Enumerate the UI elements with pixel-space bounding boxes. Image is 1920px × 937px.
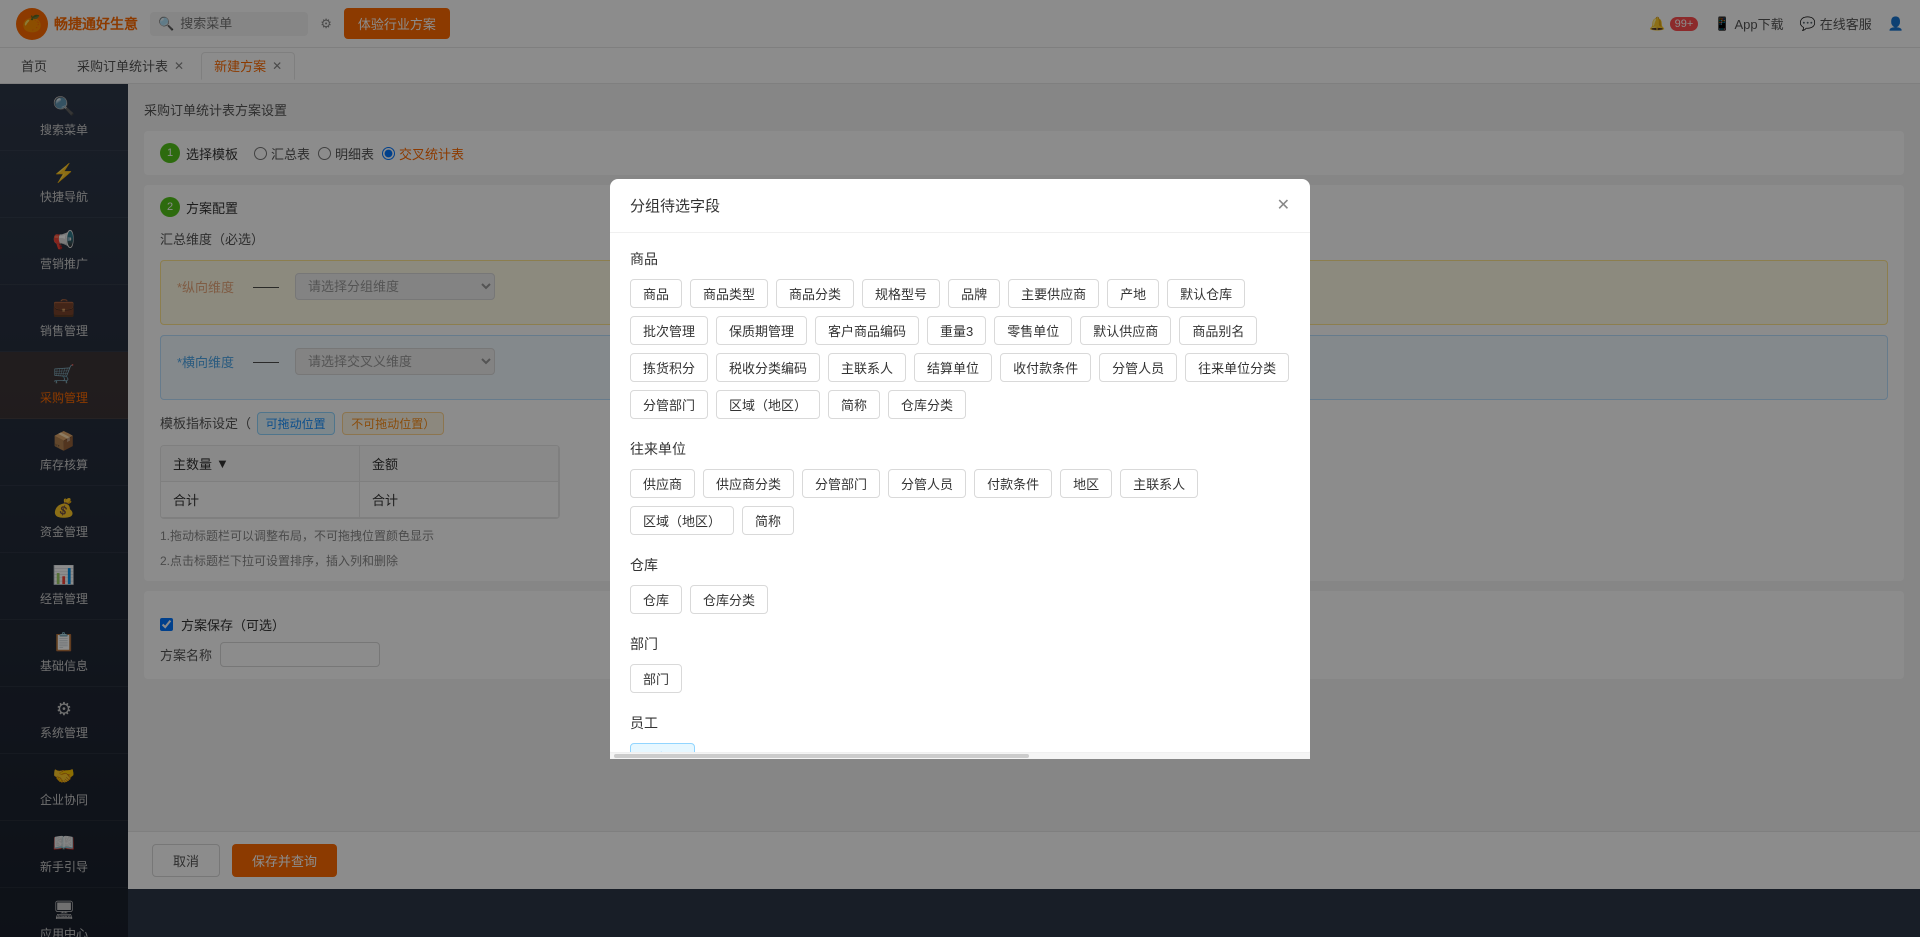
field-goods-expiry[interactable]: 保质期管理	[716, 316, 807, 345]
field-cp-dept[interactable]: 分管部门	[802, 469, 880, 498]
section-employee: 员工 业务员	[630, 713, 1290, 753]
section-warehouse: 仓库 仓库 仓库分类	[630, 555, 1290, 614]
modal-overlay: 分组待选字段 ✕ 商品 商品 商品类型 商品分类 规格型号 品牌 主要供应商 产…	[0, 0, 1920, 937]
modal-close-button[interactable]: ✕	[1277, 195, 1290, 215]
hscroll-bar	[614, 754, 1029, 758]
field-goods-pick-score[interactable]: 拣货积分	[630, 353, 708, 382]
modal-header: 分组待选字段 ✕	[610, 179, 1310, 233]
field-goods-category[interactable]: 商品分类	[776, 279, 854, 308]
field-goods-payment-terms[interactable]: 收付款条件	[1000, 353, 1091, 382]
field-goods-main-contact[interactable]: 主联系人	[828, 353, 906, 382]
field-goods-customer-code[interactable]: 客户商品编码	[815, 316, 919, 345]
field-goods-type[interactable]: 商品类型	[690, 279, 768, 308]
field-goods-brand[interactable]: 品牌	[948, 279, 1000, 308]
field-cp-supplier-cat[interactable]: 供应商分类	[703, 469, 794, 498]
field-goods-supplier[interactable]: 主要供应商	[1008, 279, 1099, 308]
modal-title: 分组待选字段	[630, 195, 720, 216]
section-counterparty: 往来单位 供应商 供应商分类 分管部门 分管人员 付款条件 地区 主联系人 区域…	[630, 439, 1290, 535]
section-dept: 部门 部门	[630, 634, 1290, 693]
field-goods-settlement-unit[interactable]: 结算单位	[914, 353, 992, 382]
field-goods-abbr[interactable]: 简称	[828, 390, 880, 419]
field-dept-dept[interactable]: 部门	[630, 664, 682, 693]
field-goods-counterparty-cat[interactable]: 往来单位分类	[1185, 353, 1289, 382]
field-goods-batch[interactable]: 批次管理	[630, 316, 708, 345]
field-goods-tax-code[interactable]: 税收分类编码	[716, 353, 820, 382]
section-employee-title: 员工	[630, 713, 1290, 733]
field-goods-weight[interactable]: 重量3	[927, 316, 986, 345]
field-goods-spec[interactable]: 规格型号	[862, 279, 940, 308]
field-cp-supplier[interactable]: 供应商	[630, 469, 695, 498]
field-wh-warehouse[interactable]: 仓库	[630, 585, 682, 614]
field-goods-warehouse[interactable]: 默认仓库	[1167, 279, 1245, 308]
field-cp-area[interactable]: 区域（地区）	[630, 506, 734, 535]
field-goods-region[interactable]: 区域（地区）	[716, 390, 820, 419]
section-goods-title: 商品	[630, 249, 1290, 269]
field-goods-manager[interactable]: 分管人员	[1099, 353, 1177, 382]
section-dept-grid: 部门	[630, 664, 1290, 693]
section-warehouse-title: 仓库	[630, 555, 1290, 575]
field-goods-default-supplier[interactable]: 默认供应商	[1080, 316, 1171, 345]
section-goods: 商品 商品 商品类型 商品分类 规格型号 品牌 主要供应商 产地 默认仓库 批次…	[630, 249, 1290, 419]
field-goods-origin[interactable]: 产地	[1107, 279, 1159, 308]
field-goods-alias[interactable]: 商品别名	[1179, 316, 1257, 345]
field-goods-warehouse-cat[interactable]: 仓库分类	[888, 390, 966, 419]
section-counterparty-grid: 供应商 供应商分类 分管部门 分管人员 付款条件 地区 主联系人 区域（地区） …	[630, 469, 1290, 535]
field-goods-dept[interactable]: 分管部门	[630, 390, 708, 419]
field-cp-manager[interactable]: 分管人员	[888, 469, 966, 498]
field-goods-item[interactable]: 商品	[630, 279, 682, 308]
field-cp-contact[interactable]: 主联系人	[1120, 469, 1198, 498]
field-emp-salesperson[interactable]: 业务员	[630, 743, 695, 753]
field-goods-retail-unit[interactable]: 零售单位	[994, 316, 1072, 345]
section-employee-grid: 业务员	[630, 743, 1290, 753]
section-counterparty-title: 往来单位	[630, 439, 1290, 459]
modal-body: 商品 商品 商品类型 商品分类 规格型号 品牌 主要供应商 产地 默认仓库 批次…	[610, 233, 1310, 753]
modal-hscroll[interactable]	[610, 752, 1310, 758]
field-cp-region[interactable]: 地区	[1060, 469, 1112, 498]
field-cp-payment[interactable]: 付款条件	[974, 469, 1052, 498]
field-wh-category[interactable]: 仓库分类	[690, 585, 768, 614]
section-dept-title: 部门	[630, 634, 1290, 654]
section-goods-grid: 商品 商品类型 商品分类 规格型号 品牌 主要供应商 产地 默认仓库 批次管理 …	[630, 279, 1290, 419]
modal: 分组待选字段 ✕ 商品 商品 商品类型 商品分类 规格型号 品牌 主要供应商 产…	[610, 179, 1310, 759]
section-warehouse-grid: 仓库 仓库分类	[630, 585, 1290, 614]
field-cp-abbr[interactable]: 简称	[742, 506, 794, 535]
